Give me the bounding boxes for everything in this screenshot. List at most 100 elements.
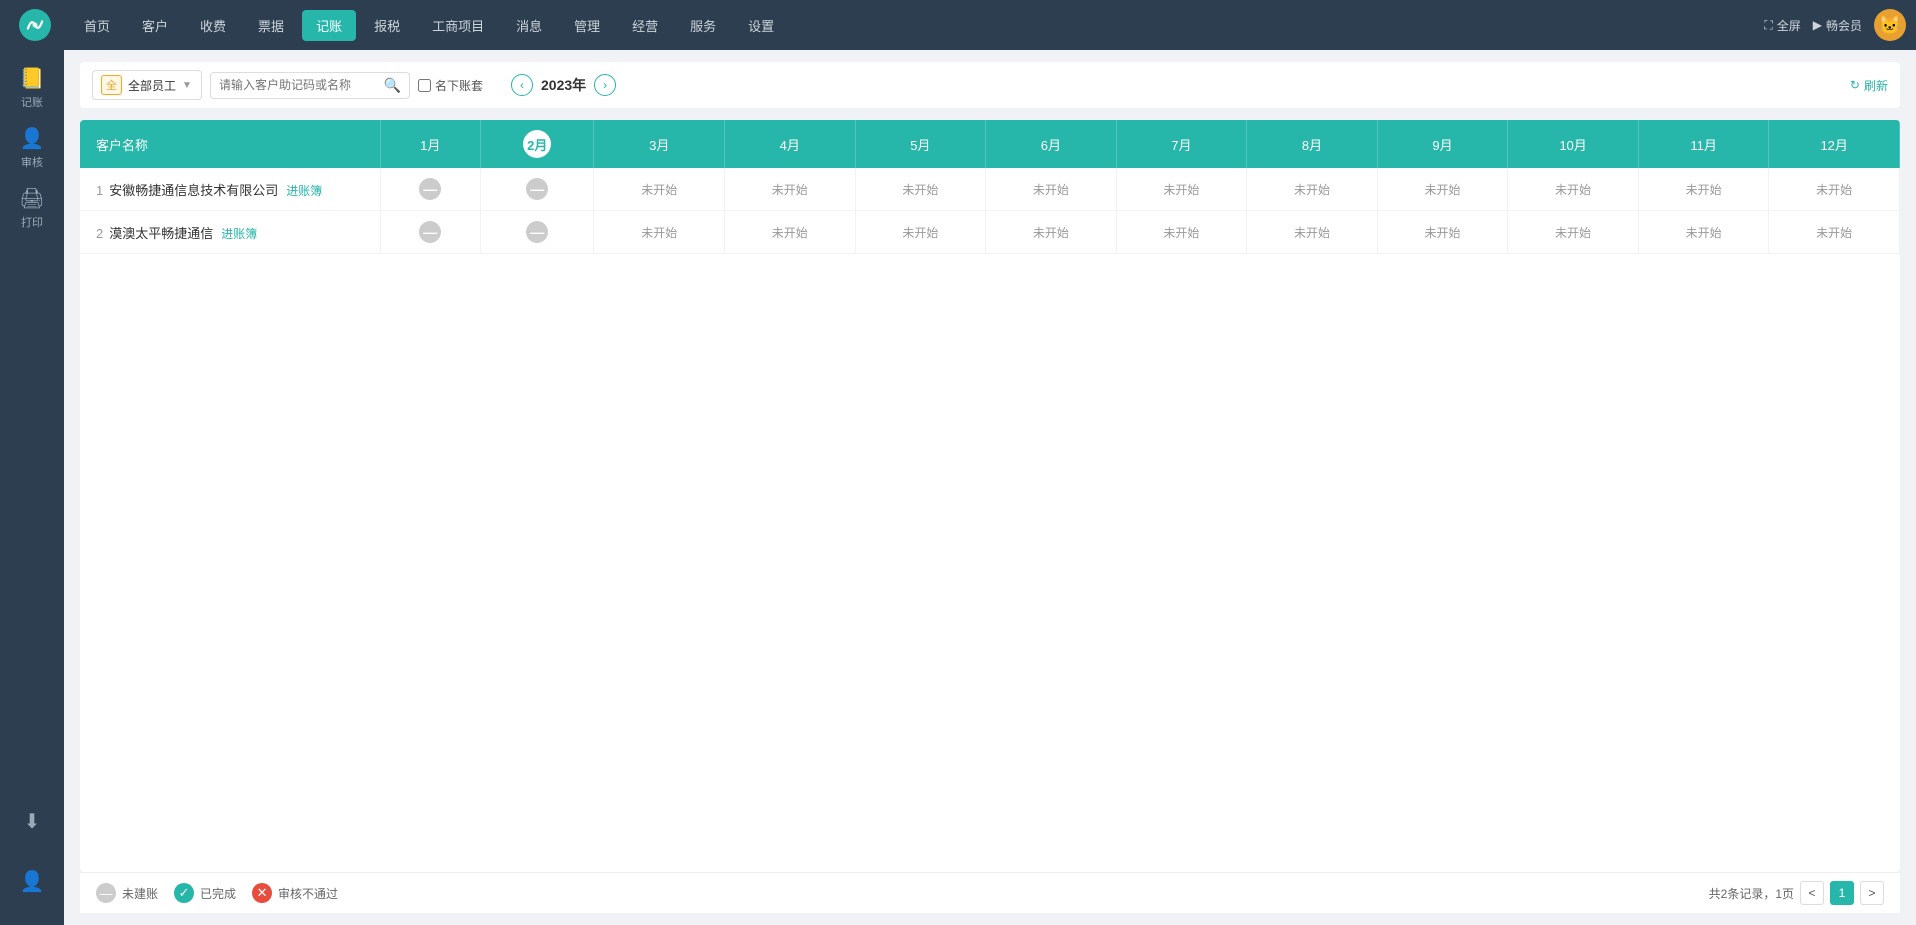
nav-manage[interactable]: 管理 bbox=[560, 10, 614, 41]
search-icon: 🔍 bbox=[384, 77, 401, 94]
employee-tag: 全 bbox=[101, 75, 122, 95]
vip-button[interactable]: ▶ 畅会员 bbox=[1813, 17, 1862, 34]
rejected-icon: ✕ bbox=[252, 883, 272, 903]
nav-items: 首页 客户 收费 票据 记账 报税 工商项目 消息 管理 经营 服务 设置 bbox=[70, 10, 1764, 41]
next-year-button[interactable]: › bbox=[594, 74, 616, 96]
status-icon-dash: — bbox=[419, 221, 441, 243]
row-1-month-8: 未开始 bbox=[1247, 211, 1378, 254]
entry-link[interactable]: 进账簿 bbox=[286, 184, 322, 198]
nav-service[interactable]: 服务 bbox=[676, 10, 730, 41]
row-1-month-9: 未开始 bbox=[1377, 211, 1508, 254]
row-1-month-5: 未开始 bbox=[855, 211, 986, 254]
status-icon-dash: — bbox=[526, 178, 548, 200]
nav-operation[interactable]: 经营 bbox=[618, 10, 672, 41]
row-1-month-3: 未开始 bbox=[594, 211, 725, 254]
next-page-button[interactable]: > bbox=[1860, 881, 1884, 905]
legend-completed: ✓ 已完成 bbox=[174, 883, 236, 903]
row-1-month-2: — bbox=[481, 211, 594, 254]
sidebar-item-user[interactable]: 👤 bbox=[4, 853, 60, 909]
nav-message[interactable]: 消息 bbox=[502, 10, 556, 41]
logo bbox=[10, 9, 60, 41]
row-1-month-7: 未开始 bbox=[1116, 211, 1247, 254]
content-area: 全 全部员工 ▼ 🔍 名下账套 ‹ 2023年 › ↻ 刷新 bbox=[64, 50, 1916, 925]
nav-home[interactable]: 首页 bbox=[70, 10, 124, 41]
avatar[interactable]: 🐱 bbox=[1874, 9, 1906, 41]
user-icon: 👤 bbox=[20, 869, 45, 894]
refresh-button[interactable]: ↻ 刷新 bbox=[1850, 77, 1888, 94]
col-oct: 10月 bbox=[1508, 120, 1639, 168]
nav-charge[interactable]: 收费 bbox=[186, 10, 240, 41]
sidebar-bottom: ⬇ 👤 bbox=[4, 793, 60, 925]
total-label: 共2条记录，1页 bbox=[1709, 885, 1794, 902]
legend-not-created-label: 未建账 bbox=[122, 885, 158, 902]
col-may: 5月 bbox=[855, 120, 986, 168]
row-0-month-5: 未开始 bbox=[855, 168, 986, 211]
account-icon: 📒 bbox=[20, 66, 45, 91]
current-month-circle: 2月 bbox=[523, 130, 551, 158]
sidebar-item-account[interactable]: 📒 记账 bbox=[4, 60, 60, 116]
row-num: 1 bbox=[96, 183, 103, 198]
row-0-month-8: 未开始 bbox=[1247, 168, 1378, 211]
row-0-month-12: 未开始 bbox=[1769, 168, 1900, 211]
nav-tax[interactable]: 报税 bbox=[360, 10, 414, 41]
fullscreen-label: 全屏 bbox=[1777, 17, 1801, 34]
refresh-icon: ↻ bbox=[1850, 78, 1860, 92]
nav-account[interactable]: 记账 bbox=[302, 10, 356, 41]
row-1-month-10: 未开始 bbox=[1508, 211, 1639, 254]
fullscreen-button[interactable]: ⛶ 全屏 bbox=[1764, 17, 1800, 34]
nav-customer[interactable]: 客户 bbox=[128, 10, 182, 41]
status-icon-dash: — bbox=[419, 178, 441, 200]
vip-label: 畅会员 bbox=[1826, 17, 1862, 34]
row-0-name-cell: 1 安徽畅捷通信息技术有限公司进账簿 bbox=[80, 168, 380, 211]
fullscreen-icon: ⛶ bbox=[1764, 18, 1772, 33]
mine-checkbox[interactable]: 名下账套 bbox=[418, 77, 483, 94]
sidebar-item-print[interactable]: 🖨 打印 bbox=[4, 180, 60, 236]
nav-business[interactable]: 工商项目 bbox=[418, 10, 498, 41]
nav-right: ⛶ 全屏 ▶ 畅会员 🐱 bbox=[1764, 9, 1906, 41]
employee-select[interactable]: 全 全部员工 ▼ bbox=[92, 70, 202, 100]
row-0-month-6: 未开始 bbox=[986, 168, 1117, 211]
row-name: 安徽畅捷通信息技术有限公司 bbox=[109, 183, 278, 198]
row-1-name-cell: 2漠澳太平畅捷通信进账簿 bbox=[80, 211, 380, 254]
vip-icon: ▶ bbox=[1813, 18, 1822, 32]
employee-label: 全部员工 bbox=[128, 77, 176, 94]
audit-icon: 👤 bbox=[20, 126, 45, 151]
print-icon: 🖨 bbox=[19, 186, 44, 211]
col-mar: 3月 bbox=[594, 120, 725, 168]
col-jan: 1月 bbox=[380, 120, 481, 168]
col-name: 客户名称 bbox=[80, 120, 380, 168]
prev-year-button[interactable]: ‹ bbox=[511, 74, 533, 96]
sidebar-item-download[interactable]: ⬇ bbox=[4, 793, 60, 849]
download-icon: ⬇ bbox=[24, 809, 41, 834]
prev-page-button[interactable]: < bbox=[1800, 881, 1824, 905]
year-label: 2023年 bbox=[541, 75, 586, 95]
table-body: 1安徽畅捷通信息技术有限公司进账簿——未开始未开始未开始未开始未开始未开始未开始… bbox=[80, 168, 1900, 254]
col-jul: 7月 bbox=[1116, 120, 1247, 168]
nav-invoice[interactable]: 票据 bbox=[244, 10, 298, 41]
chevron-down-icon: ▼ bbox=[182, 80, 192, 91]
completed-icon: ✓ bbox=[174, 883, 194, 903]
mine-checkbox-input[interactable] bbox=[418, 79, 431, 92]
status-icon-dash: — bbox=[526, 221, 548, 243]
table-header-row: 客户名称 1月 2月 3月 4月 5月 6月 7月 8月 9月 10月 11月 … bbox=[80, 120, 1900, 168]
row-num: 2 bbox=[96, 226, 103, 241]
table-row: 1安徽畅捷通信息技术有限公司进账簿——未开始未开始未开始未开始未开始未开始未开始… bbox=[80, 168, 1900, 211]
col-apr: 4月 bbox=[725, 120, 856, 168]
row-1-month-12: 未开始 bbox=[1769, 211, 1900, 254]
row-0-month-1: — bbox=[380, 168, 481, 211]
sidebar-item-audit[interactable]: 👤 审核 bbox=[4, 120, 60, 176]
legend-completed-label: 已完成 bbox=[200, 885, 236, 902]
sidebar-item-print-label: 打印 bbox=[21, 214, 43, 230]
nav-settings[interactable]: 设置 bbox=[734, 10, 788, 41]
pagination: 共2条记录，1页 < 1 > bbox=[1709, 881, 1884, 905]
row-1-month-4: 未开始 bbox=[725, 211, 856, 254]
sidebar: 📒 记账 👤 审核 🖨 打印 ⬇ 👤 bbox=[0, 50, 64, 925]
search-input-wrap[interactable]: 🔍 bbox=[210, 72, 410, 99]
sidebar-item-audit-label: 审核 bbox=[21, 154, 43, 170]
mine-label: 名下账套 bbox=[435, 77, 483, 94]
search-input[interactable] bbox=[219, 78, 380, 92]
main-table: 客户名称 1月 2月 3月 4月 5月 6月 7月 8月 9月 10月 11月 … bbox=[80, 120, 1900, 254]
not-created-icon: — bbox=[96, 883, 116, 903]
toolbar: 全 全部员工 ▼ 🔍 名下账套 ‹ 2023年 › ↻ 刷新 bbox=[80, 62, 1900, 108]
entry-link[interactable]: 进账簿 bbox=[221, 227, 257, 241]
